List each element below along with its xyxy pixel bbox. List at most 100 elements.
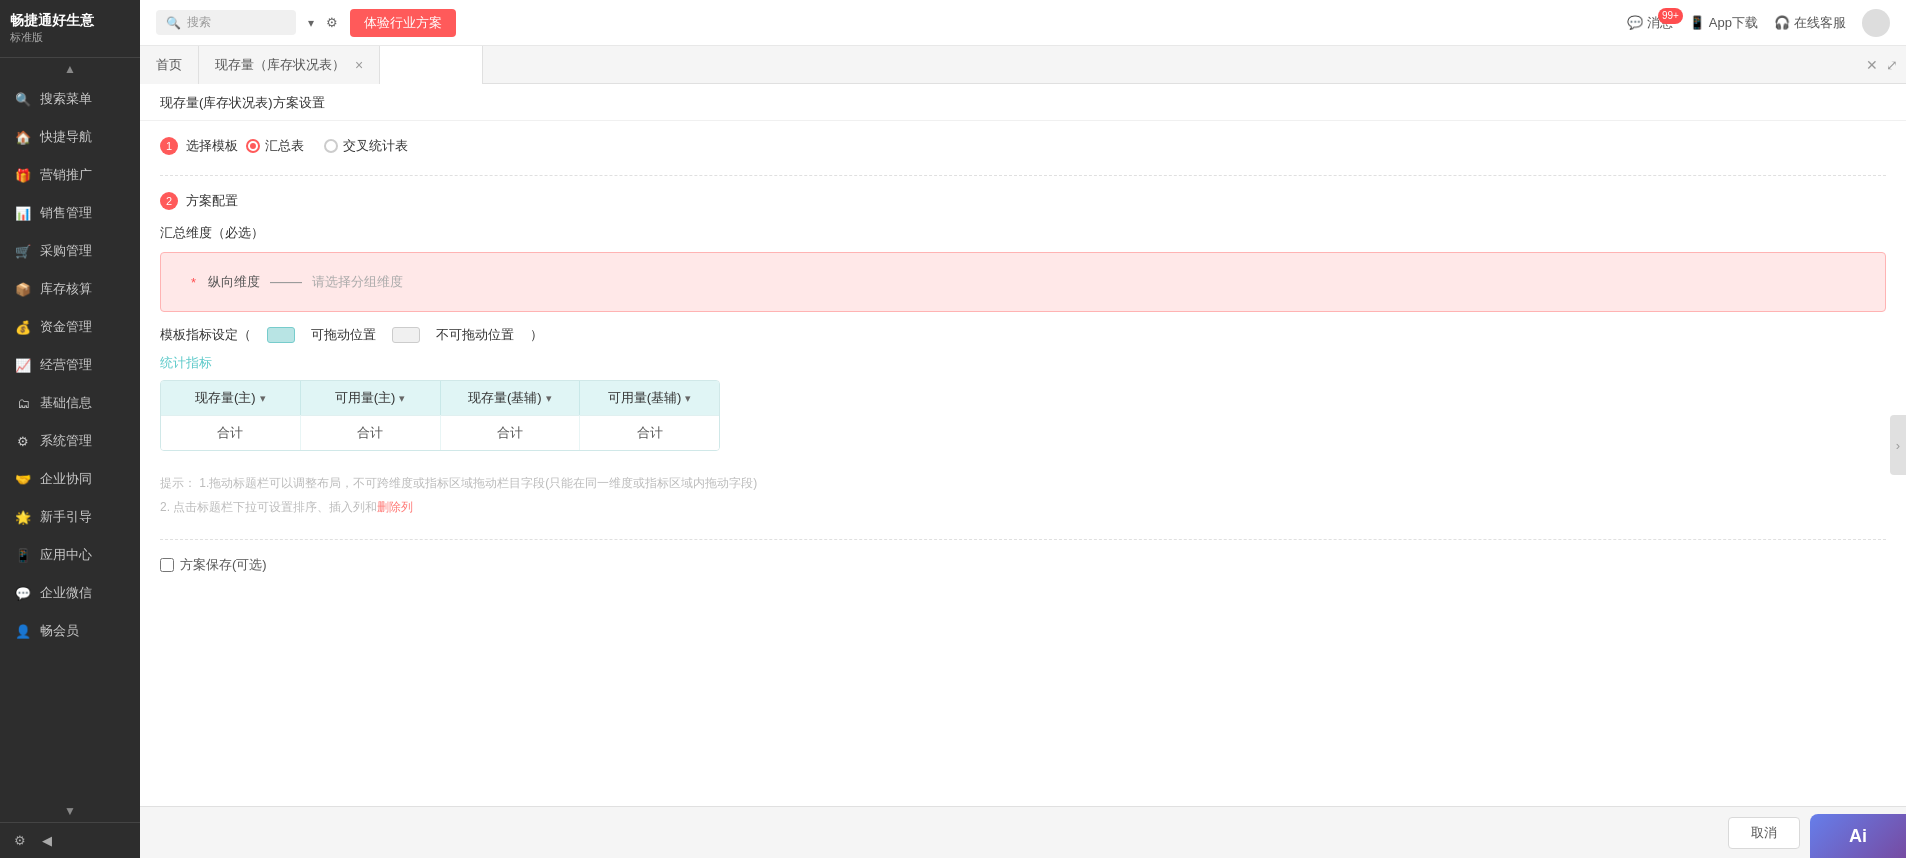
sidebar-icon-apps: 📱 — [14, 546, 32, 564]
sidebar-icon-quicknav: 🏠 — [14, 128, 32, 146]
tip2-highlight: 删除列 — [377, 500, 413, 514]
sidebar-scroll-up[interactable]: ▲ — [0, 58, 140, 80]
settings-icon[interactable]: ⚙ — [14, 833, 26, 848]
sidebar-icon-member: 👤 — [14, 622, 32, 640]
expand-icon[interactable]: ⤢ — [1886, 57, 1898, 73]
search-bar[interactable]: 🔍 搜索 — [156, 10, 296, 35]
tab-inventory-close[interactable]: × — [355, 57, 363, 73]
headset-icon: 🎧 — [1774, 15, 1790, 30]
dim-required: * — [191, 275, 196, 290]
ai-float-button[interactable]: Ai — [1810, 814, 1906, 858]
step2-section: 2 方案配置 汇总维度（必选） * 纵向维度 —— 请选择分组维度 — [160, 192, 1886, 519]
sidebar-item-finance[interactable]: 💰 资金管理 — [0, 308, 140, 346]
search-placeholder: 搜索 — [187, 14, 211, 31]
tab-new-label: 新建方案 — [396, 56, 448, 74]
sidebar-icon-corp: 🤝 — [14, 470, 32, 488]
stats-title: 统计指标 — [160, 354, 1886, 372]
divider2 — [160, 539, 1886, 540]
sidebar-item-wechat[interactable]: 💬 企业微信 — [0, 574, 140, 612]
stats-table: 现存量(主)▾可用量(主)▾现存量(基辅)▾可用量(基辅)▾ 合计合计合计合计 — [160, 380, 720, 451]
sidebar-item-quicknav[interactable]: 🏠 快捷导航 — [0, 118, 140, 156]
stats-header-cell[interactable]: 现存量(主)▾ — [161, 381, 301, 415]
page-title: 现存量(库存状况表)方案设置 — [160, 95, 325, 110]
save-checkbox[interactable] — [160, 558, 174, 572]
sidebar-label-search: 搜索菜单 — [40, 90, 92, 108]
topbar-dropdown[interactable]: ▾ — [308, 16, 314, 30]
sidebar-icon-wechat: 💬 — [14, 584, 32, 602]
summary-dim-label: 汇总维度（必选） — [160, 225, 264, 240]
trial-btn[interactable]: 体验行业方案 — [350, 9, 456, 37]
sidebar-item-search[interactable]: 🔍 搜索菜单 — [0, 80, 140, 118]
topbar: 🔍 搜索 ▾ ⚙ 体验行业方案 💬 消息 99+ 📱 App下载 🎧 在线客服 — [140, 0, 1906, 46]
dim-arrow: —— — [270, 273, 302, 291]
topbar-gear-icon[interactable]: ⚙ — [326, 15, 338, 30]
sidebar-footer: ⚙ ◀ — [0, 822, 140, 858]
tip1: 提示： 1.拖动标题栏可以调整布局，不可跨维度或指标区域拖动栏目字段(只能在同一… — [160, 471, 1886, 495]
sidebar-item-basic[interactable]: 🗂 基础信息 — [0, 384, 140, 422]
step1-title: 1 选择模板 汇总表 交叉统计表 — [160, 137, 1886, 155]
sidebar-icon-basic: 🗂 — [14, 394, 32, 412]
stats-body-cell: 合计 — [301, 415, 441, 450]
brand-edition: 标准版 — [10, 30, 130, 45]
sidebar-item-newbie[interactable]: 🌟 新手引导 — [0, 498, 140, 536]
step2-label: 方案配置 — [186, 192, 238, 210]
user-avatar[interactable] — [1862, 9, 1890, 37]
stats-body-cell: 合计 — [161, 415, 301, 450]
radio-summary[interactable]: 汇总表 — [246, 137, 304, 155]
sidebar-label-marketing: 营销推广 — [40, 166, 92, 184]
app-download-label: App下载 — [1709, 14, 1758, 32]
tab-new-scheme[interactable]: 新建方案 × — [380, 46, 483, 84]
radio-cross-label: 交叉统计表 — [343, 137, 408, 155]
sidebar-item-operations[interactable]: 📈 经营管理 — [0, 346, 140, 384]
collapse-icon[interactable]: ◀ — [42, 833, 52, 848]
minimize-icon[interactable]: ✕ — [1866, 57, 1878, 73]
sidebar-item-sales[interactable]: 📊 销售管理 — [0, 194, 140, 232]
cancel-button[interactable]: 取消 — [1728, 817, 1800, 849]
content-area: 现存量(库存状况表)方案设置 1 选择模板 汇总表 — [140, 84, 1906, 806]
online-service-btn[interactable]: 🎧 在线客服 — [1774, 14, 1846, 32]
tip2: 2. 点击标题栏下拉可设置排序、插入列和删除列 — [160, 495, 1886, 519]
sidebar-label-basic: 基础信息 — [40, 394, 92, 412]
right-collapse-handle[interactable]: › — [1890, 415, 1906, 475]
message-btn[interactable]: 💬 消息 99+ — [1627, 14, 1673, 32]
radio-summary-label: 汇总表 — [265, 137, 304, 155]
sidebar-item-purchase[interactable]: 🛒 采购管理 — [0, 232, 140, 270]
sidebar-scroll-down[interactable]: ▼ — [0, 800, 140, 822]
save-option: 方案保存(可选) — [160, 556, 1886, 574]
topbar-right: 💬 消息 99+ 📱 App下载 🎧 在线客服 — [1627, 9, 1890, 37]
tab-inventory-status[interactable]: 现存量（库存状况表） × — [199, 46, 380, 84]
step2-num: 2 — [160, 192, 178, 210]
sidebar-icon-newbie: 🌟 — [14, 508, 32, 526]
sidebar-icon-operations: 📈 — [14, 356, 32, 374]
dim-placeholder: 请选择分组维度 — [312, 273, 403, 291]
page-header: 现存量(库存状况表)方案设置 — [140, 84, 1906, 121]
stats-header-cell[interactable]: 可用量(基辅)▾ — [580, 381, 719, 415]
tab-new-close[interactable]: × — [458, 57, 466, 73]
sidebar-item-inventory[interactable]: 📦 库存核算 — [0, 270, 140, 308]
tab-home[interactable]: 首页 — [140, 46, 199, 84]
dim-config-label: 汇总维度（必选） — [160, 224, 1886, 242]
sidebar-item-corp[interactable]: 🤝 企业协同 — [0, 460, 140, 498]
sidebar-item-system[interactable]: ⚙ 系统管理 — [0, 422, 140, 460]
radio-cross-dot — [324, 139, 338, 153]
sidebar-label-purchase: 采购管理 — [40, 242, 92, 260]
stats-header-cell[interactable]: 现存量(基辅)▾ — [441, 381, 581, 415]
draggable-legend-box — [267, 327, 295, 343]
step2-title: 2 方案配置 — [160, 192, 1886, 210]
app-download-btn[interactable]: 📱 App下载 — [1689, 14, 1758, 32]
sidebar-item-marketing[interactable]: 🎁 营销推广 — [0, 156, 140, 194]
sidebar-item-member[interactable]: 👤 畅会员 — [0, 612, 140, 650]
sidebar-item-apps[interactable]: 📱 应用中心 — [0, 536, 140, 574]
radio-cross[interactable]: 交叉统计表 — [324, 137, 408, 155]
ai-label: Ai — [1849, 826, 1867, 847]
sidebar-icon-inventory: 📦 — [14, 280, 32, 298]
dimension-box[interactable]: * 纵向维度 —— 请选择分组维度 — [160, 252, 1886, 312]
indicator-text: 模板指标设定（ — [160, 326, 251, 344]
stats-header-cell[interactable]: 可用量(主)▾ — [301, 381, 441, 415]
bottom-bar: 取消 查询 — [140, 806, 1906, 858]
save-label: 方案保存(可选) — [180, 556, 267, 574]
panel: 1 选择模板 汇总表 交叉统计表 — [140, 121, 1906, 590]
stats-body-cell: 合计 — [441, 415, 581, 450]
tabs-bar: 首页 现存量（库存状况表） × 新建方案 × ✕ ⤢ — [140, 46, 1906, 84]
sidebar-label-wechat: 企业微信 — [40, 584, 92, 602]
